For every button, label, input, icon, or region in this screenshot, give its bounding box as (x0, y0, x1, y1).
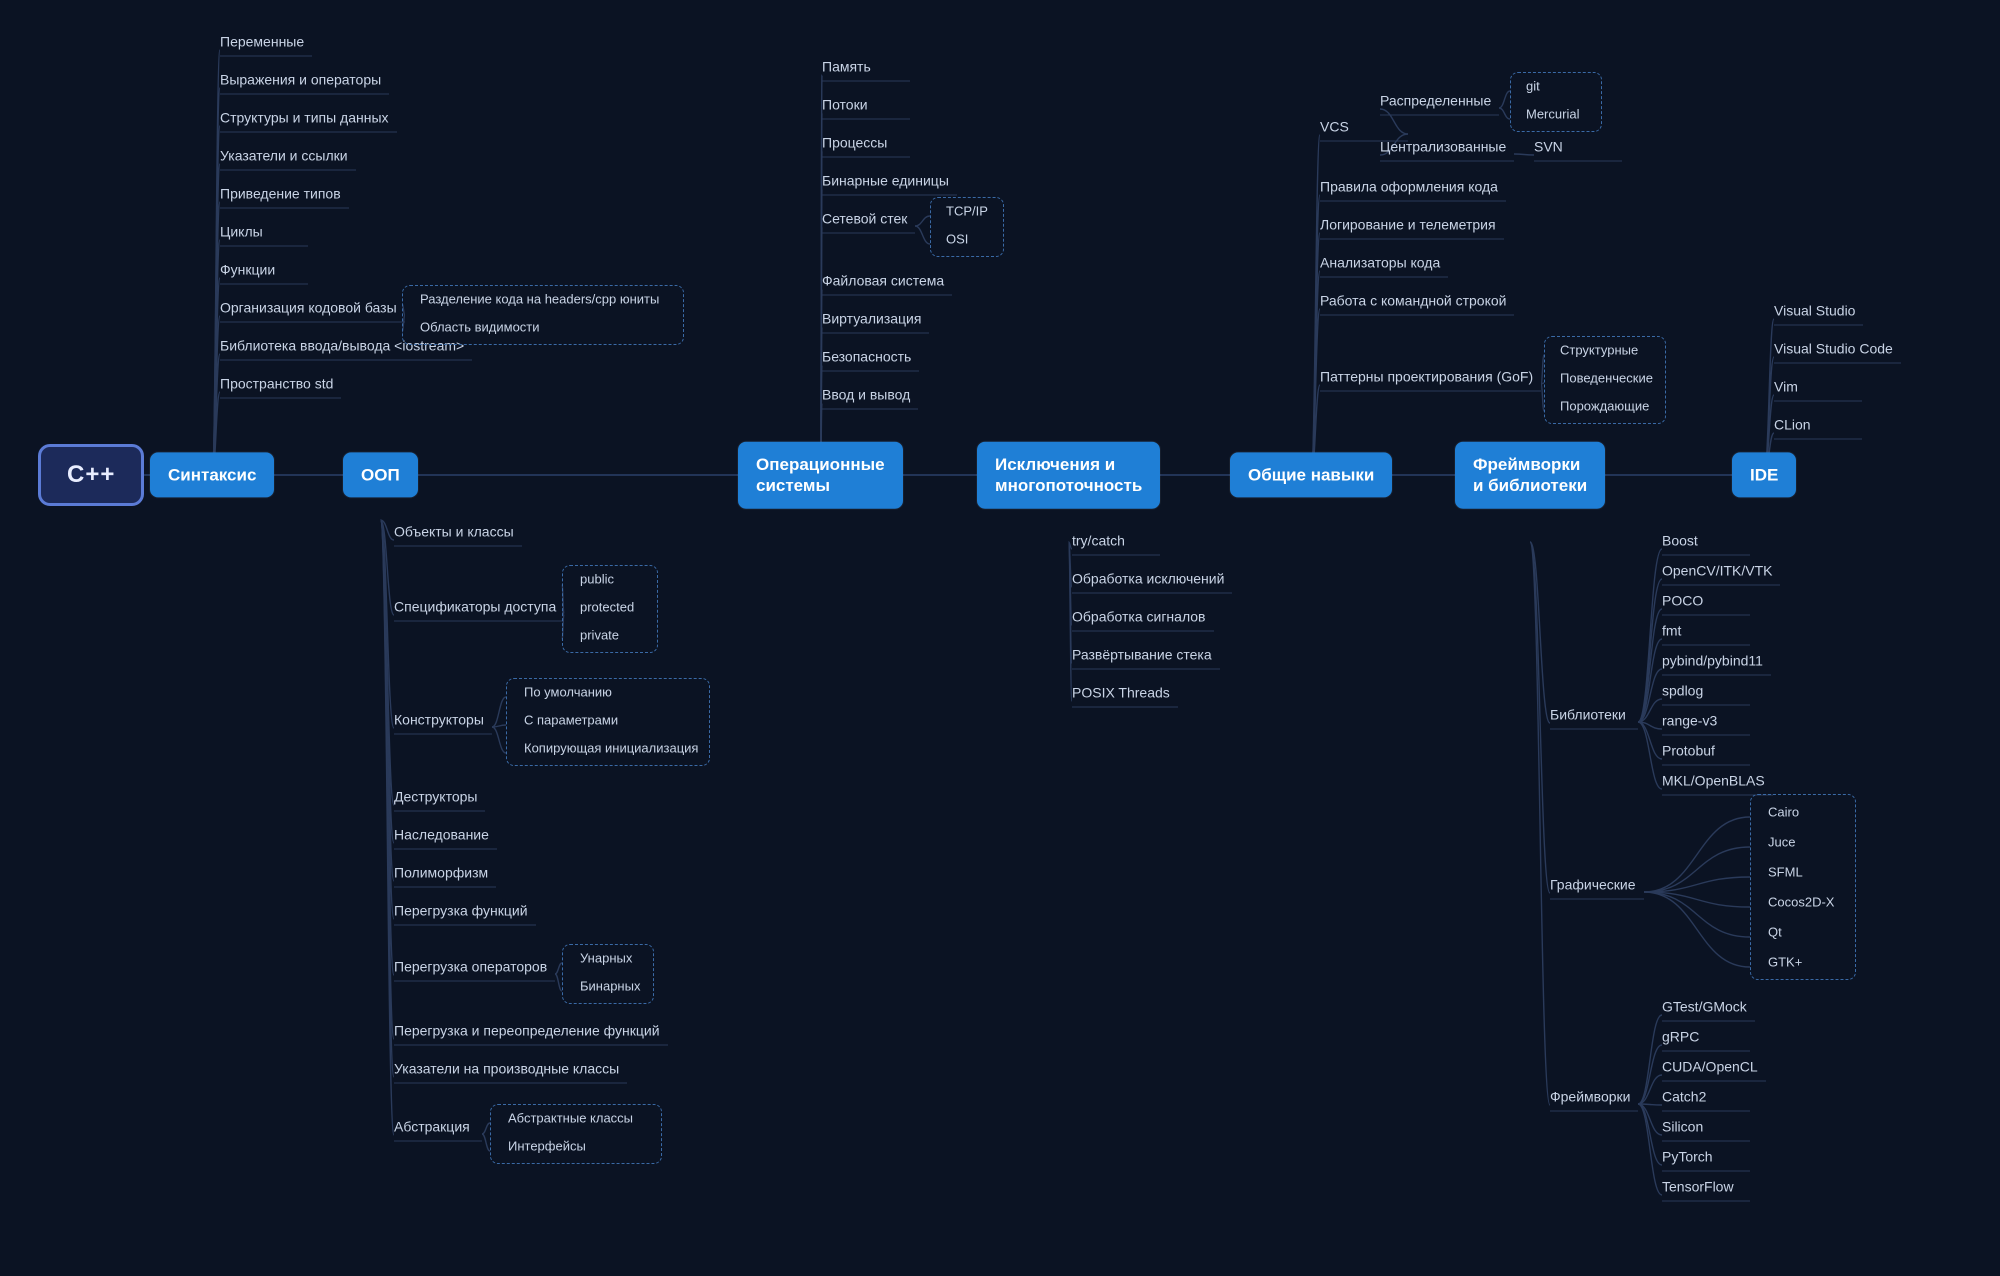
fw-category: Графические (1550, 877, 1644, 900)
main-syntax: Синтаксис (150, 452, 274, 497)
oop-leaf: Наследование (394, 827, 497, 850)
skills-leaf: Работа с командной строкой (1320, 293, 1514, 316)
syntax-leaf: Циклы (220, 224, 308, 247)
skills-leaf: Логирование и телеметрия (1320, 217, 1504, 240)
ide-leaf: Visual Studio (1774, 303, 1863, 326)
os-leaf: Безопасность (822, 349, 919, 372)
gof-sub: Поведенческие (1552, 366, 1661, 391)
main-oop: ООП (343, 452, 418, 497)
fw-lib-leaf: spdlog (1662, 683, 1750, 706)
oop-leaf: Конструкторы (394, 712, 492, 735)
fw-lib-leaf: POCO (1662, 593, 1750, 616)
os-leaf: Сетевой стек (822, 211, 915, 234)
vcs-sub: Распределенные (1380, 93, 1499, 116)
os-net-sub: TCP/IP (938, 199, 996, 224)
oop-abstr-sub: Абстрактные классы (500, 1106, 641, 1131)
main-fw: Фреймворкии библиотеки (1455, 442, 1605, 509)
os-leaf: Файловая система (822, 273, 952, 296)
gof-sub: Структурные (1552, 338, 1646, 363)
except-leaf: Обработка исключений (1072, 571, 1232, 594)
ide-leaf: Vim (1774, 379, 1862, 402)
skills-leaf: Анализаторы кода (1320, 255, 1448, 278)
gof-sub: Порождающие (1552, 394, 1657, 419)
fw-lib-leaf: Protobuf (1662, 743, 1750, 766)
fw-graphics-leaf: SFML (1760, 860, 1811, 885)
oop-ctor-sub: С параметрами (516, 708, 626, 733)
oop-ctor-sub: По умолчанию (516, 680, 620, 705)
oop-over-sub: Унарных (572, 946, 640, 971)
fw-graphics-leaf: Cocos2D-X (1760, 890, 1842, 915)
os-leaf: Процессы (822, 135, 910, 158)
syntax-leaf: Функции (220, 262, 308, 285)
os-leaf: Ввод и вывод (822, 387, 918, 410)
oop-over-sub: Бинарных (572, 974, 648, 999)
except-leaf: try/catch (1072, 533, 1160, 556)
syntax-org-sub: Разделение кода на headers/cpp юниты (412, 287, 667, 312)
vcs-sub: Централизованные (1380, 139, 1514, 162)
fw-lib-leaf: Boost (1662, 533, 1750, 556)
os-leaf: Виртуализация (822, 311, 929, 334)
skills-leaf: Паттерны проектирования (GoF) (1320, 369, 1541, 392)
fw-framework-leaf: CUDA/OpenCL (1662, 1059, 1766, 1082)
oop-leaf: Указатели на производные классы (394, 1061, 627, 1084)
fw-framework-leaf: Catch2 (1662, 1089, 1750, 1112)
syntax-leaf: Приведение типов (220, 186, 349, 209)
fw-lib-leaf: range-v3 (1662, 713, 1750, 736)
oop-leaf: Перегрузка и переопределение функций (394, 1023, 668, 1046)
fw-graphics-leaf: Juce (1760, 830, 1803, 855)
oop-access-sub: private (572, 623, 627, 648)
vcs-cent-sub: SVN (1534, 139, 1622, 162)
fw-category: Библиотеки (1550, 707, 1638, 730)
root-node: C++ (38, 444, 144, 506)
skills-leaf: Правила оформления кода (1320, 179, 1506, 202)
vcs-dist-sub: git (1518, 74, 1548, 99)
syntax-leaf: Указатели и ссылки (220, 148, 356, 171)
fw-lib-leaf: OpenCV/ITK/VTK (1662, 563, 1780, 586)
oop-leaf: Спецификаторы доступа (394, 599, 564, 622)
oop-leaf: Объекты и классы (394, 524, 522, 547)
fw-graphics-leaf: Qt (1760, 920, 1790, 945)
os-leaf: Потоки (822, 97, 910, 120)
except-leaf: POSIX Threads (1072, 685, 1178, 708)
fw-framework-leaf: GTest/GMock (1662, 999, 1755, 1022)
syntax-org-sub: Область видимости (412, 315, 548, 340)
oop-leaf: Перегрузка операторов (394, 959, 555, 982)
oop-leaf: Абстракция (394, 1119, 482, 1142)
fw-graphics-leaf: GTK+ (1760, 950, 1810, 975)
fw-lib-leaf: MKL/OpenBLAS (1662, 773, 1773, 796)
fw-lib-leaf: fmt (1662, 623, 1750, 646)
oop-access-sub: protected (572, 595, 642, 620)
oop-leaf: Полиморфизм (394, 865, 496, 888)
syntax-leaf: Выражения и операторы (220, 72, 389, 95)
syntax-leaf: Переменные (220, 34, 312, 57)
vcs-dist-sub: Mercurial (1518, 102, 1587, 127)
main-except: Исключения имногопоточность (977, 442, 1160, 509)
fw-framework-leaf: Silicon (1662, 1119, 1750, 1142)
fw-category: Фреймворки (1550, 1089, 1638, 1112)
fw-framework-leaf: gRPC (1662, 1029, 1750, 1052)
os-leaf: Память (822, 59, 910, 82)
oop-ctor-sub: Копирующая инициализация (516, 736, 706, 761)
except-leaf: Развёртывание стека (1072, 647, 1220, 670)
os-net-sub: OSI (938, 227, 976, 252)
fw-graphics-leaf: Cairo (1760, 800, 1807, 825)
ide-leaf: CLion (1774, 417, 1862, 440)
except-leaf: Обработка сигналов (1072, 609, 1214, 632)
ide-leaf: Visual Studio Code (1774, 341, 1901, 364)
oop-leaf: Деструкторы (394, 789, 485, 812)
main-os: Операционныесистемы (738, 442, 903, 509)
main-skills: Общие навыки (1230, 452, 1392, 497)
os-leaf: Бинарные единицы (822, 173, 957, 196)
mindmap-canvas: C++Синтаксис ООП Операционныесистемы Исключ… (0, 0, 2000, 1276)
syntax-leaf: Пространство std (220, 376, 341, 399)
syntax-leaf: Структуры и типы данных (220, 110, 397, 133)
oop-access-sub: public (572, 567, 622, 592)
main-ide: IDE (1732, 452, 1796, 497)
fw-framework-leaf: TensorFlow (1662, 1179, 1750, 1202)
oop-leaf: Перегрузка функций (394, 903, 536, 926)
fw-framework-leaf: PyTorch (1662, 1149, 1750, 1172)
fw-lib-leaf: pybind/pybind11 (1662, 653, 1771, 676)
syntax-leaf: Организация кодовой базы (220, 300, 405, 323)
oop-abstr-sub: Интерфейсы (500, 1134, 594, 1159)
